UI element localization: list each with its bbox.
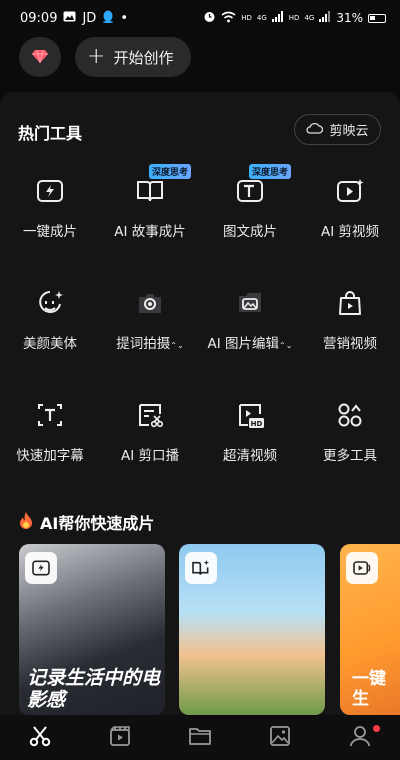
cloud-icon: [306, 122, 324, 138]
fire-icon: [18, 511, 34, 533]
cloud-label: 剪映云: [329, 124, 369, 139]
tool-more-tools[interactable]: 更多工具: [300, 400, 400, 490]
hd-video-icon: HD: [235, 400, 265, 430]
diamond-icon: [32, 48, 48, 67]
shopping-bag-icon: [335, 288, 365, 318]
tool-label: AI 剪视频: [320, 224, 379, 240]
alarm-icon: [203, 10, 216, 26]
bottom-nav: [0, 715, 400, 760]
nav-template[interactable]: [80, 715, 160, 760]
tool-label: 图文成片: [223, 224, 277, 240]
svg-text:HD: HD: [251, 420, 263, 428]
tool-label: 超清视频: [223, 448, 277, 464]
nav-gallery[interactable]: [240, 715, 320, 760]
scissors-text-icon: [135, 400, 165, 430]
deep-think-badge: 深度思考: [149, 164, 192, 179]
more-tools-icon: [335, 400, 365, 430]
speaker-video-icon: [346, 552, 378, 584]
qq-notify-icon: [102, 10, 114, 27]
flash-video-icon: [25, 552, 57, 584]
tool-label: 更多工具: [323, 448, 377, 464]
net2-type: 4G: [304, 13, 315, 22]
wifi-icon: [221, 11, 236, 26]
ai-card-story[interactable]: [179, 544, 325, 715]
tool-one-click-video[interactable]: 一键成片: [0, 176, 100, 266]
subtitle-icon: [35, 400, 65, 430]
nav-profile[interactable]: [320, 715, 400, 760]
tool-ai-image-edit[interactable]: AI 图片编辑⌃⌄: [200, 288, 300, 378]
tool-label: 快速加字幕: [16, 448, 84, 464]
status-bar: 09:09 JD • HD 4G HD 4G 31%: [0, 0, 400, 36]
tool-label: AI 剪口播: [120, 448, 179, 464]
tool-label: AI 图片编辑: [207, 336, 280, 352]
tool-label: AI 故事成片: [114, 224, 186, 240]
tool-label-with-chevron: AI 图片编辑⌃⌄: [208, 332, 293, 352]
ai-section-title: AI帮你快速成片: [18, 510, 154, 534]
chevron-updown-icon: ⌃⌄: [279, 341, 293, 350]
gallery-notify-icon: [63, 11, 76, 26]
notification-dot: [373, 725, 380, 732]
face-beauty-icon: [35, 288, 65, 318]
hot-tools-title: 热门工具: [18, 124, 83, 143]
card-caption: 记录生活中的电影感: [27, 667, 161, 711]
ai-card-voice[interactable]: 一键生: [340, 544, 400, 715]
flash-video-icon: [35, 176, 65, 206]
tool-hd-video[interactable]: HD 超清视频: [200, 400, 300, 490]
tool-label: 营销视频: [323, 336, 377, 352]
tool-label-with-chevron: 提词拍摄⌃⌄: [116, 332, 183, 352]
tool-quick-subtitle[interactable]: 快速加字幕: [0, 400, 100, 490]
vip-button[interactable]: [19, 37, 61, 77]
tool-ai-story[interactable]: 深度思考 AI 故事成片: [100, 164, 200, 266]
nav-drafts[interactable]: [160, 715, 240, 760]
tool-label: 美颜美体: [23, 336, 77, 352]
status-carrier: JD: [82, 10, 97, 26]
tool-teleprompter[interactable]: 提词拍摄⌃⌄: [100, 288, 200, 378]
start-create-button[interactable]: + 开始创作: [75, 37, 191, 77]
ai-section-title-text: AI帮你快速成片: [40, 514, 155, 533]
camera-icon: [135, 288, 165, 318]
battery-icon: [368, 13, 386, 23]
text-image-icon: 深度思考: [235, 164, 292, 206]
book-sparkle-icon: [185, 552, 217, 584]
net1-type: 4G: [256, 13, 267, 22]
tool-beauty[interactable]: 美颜美体: [0, 288, 100, 378]
clapper-icon: [108, 724, 132, 752]
user-icon: [348, 724, 372, 752]
nav-edit[interactable]: [0, 715, 80, 760]
image-icon: [268, 724, 292, 752]
battery-percent: 31%: [336, 11, 363, 25]
chevron-updown-icon: ⌃⌄: [170, 341, 184, 350]
signal2-icon: [319, 11, 331, 25]
jianying-cloud-button[interactable]: 剪映云: [294, 114, 381, 145]
deep-think-badge: 深度思考: [249, 164, 292, 179]
tool-label: 一键成片: [23, 224, 77, 240]
plus-icon: +: [87, 44, 106, 69]
signal1-icon: [271, 11, 284, 25]
tool-ai-edit-video[interactable]: AI 剪视频: [300, 176, 400, 266]
net1-label: HD: [241, 13, 252, 22]
book-icon: 深度思考: [135, 164, 192, 206]
card-caption: 一键生: [352, 669, 386, 709]
status-time: 09:09: [20, 10, 58, 26]
folder-icon: [188, 724, 212, 752]
scissors-icon: [28, 724, 52, 752]
tool-label: 提词拍摄: [116, 336, 171, 352]
play-sparkle-icon: [335, 176, 365, 206]
tool-ai-oral-edit[interactable]: AI 剪口播: [100, 400, 200, 490]
tool-marketing-video[interactable]: 营销视频: [300, 288, 400, 378]
ai-card-one-click[interactable]: 记录生活中的电影感: [19, 544, 165, 715]
image-edit-icon: [235, 288, 265, 318]
tool-text-image-video[interactable]: 深度思考 图文成片: [200, 164, 300, 266]
status-dot: •: [120, 10, 128, 26]
start-create-label: 开始创作: [113, 48, 174, 67]
net2-label: HD: [288, 13, 300, 22]
